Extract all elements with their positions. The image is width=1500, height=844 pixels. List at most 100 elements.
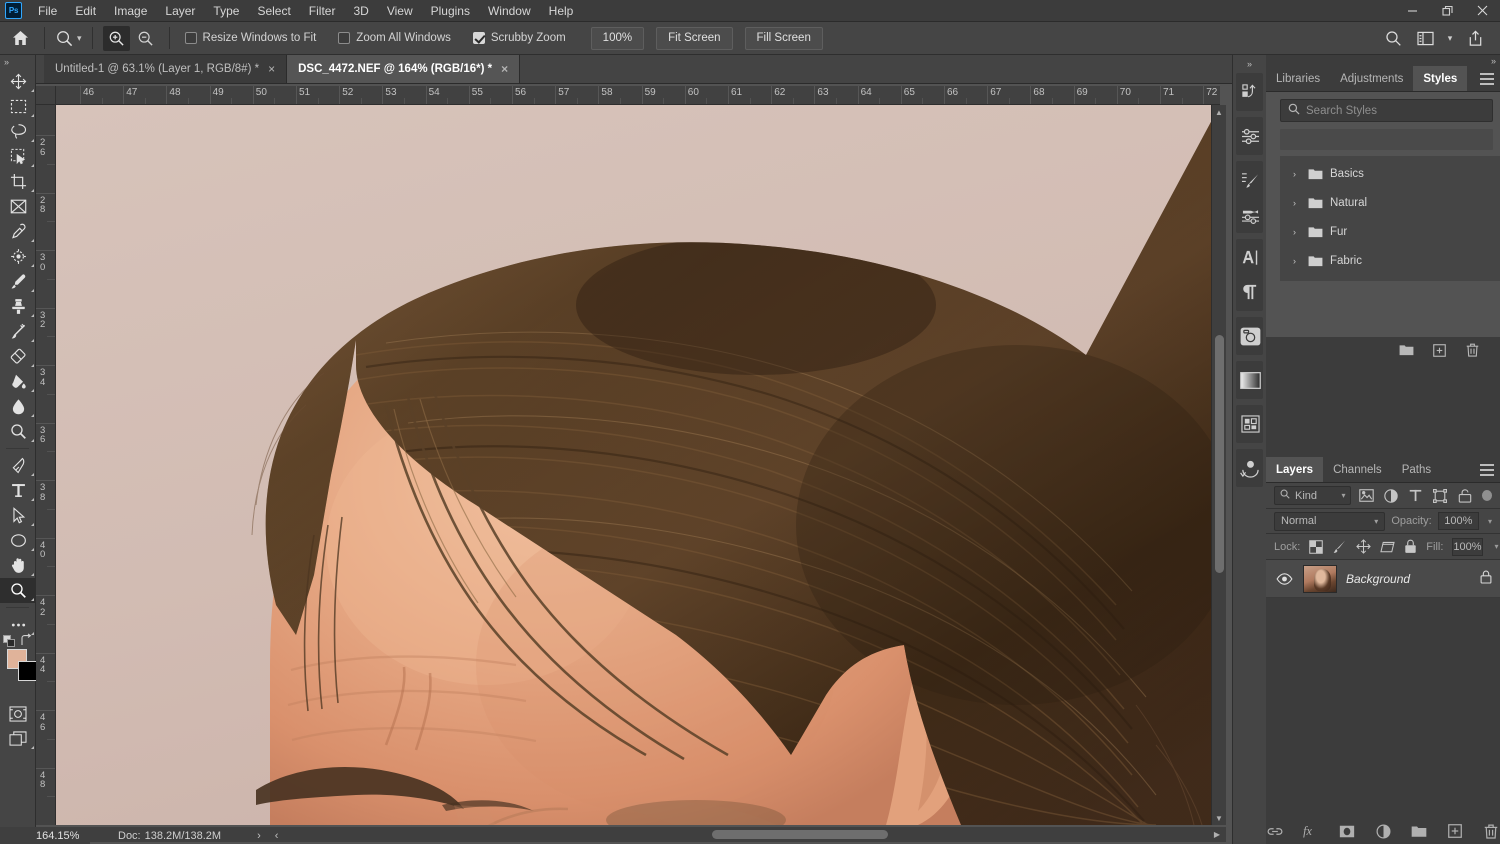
panel-collapse-icon[interactable]: » [1491, 56, 1496, 66]
fit-screen-button[interactable]: Fit Screen [656, 26, 733, 50]
toolbar-expand-icon[interactable]: » [0, 55, 35, 69]
resize-windows-to-fit-checkbox[interactable] [184, 32, 197, 44]
delete-icon[interactable] [1465, 343, 1480, 358]
layer-style-icon[interactable]: fx [1303, 823, 1320, 840]
scroll-right-icon[interactable]: ▶ [1210, 827, 1224, 842]
close-icon[interactable]: × [501, 63, 508, 75]
lock-icon[interactable] [1480, 570, 1492, 587]
screen-mode-icon[interactable] [0, 726, 36, 751]
lock-artboard-icon[interactable] [1380, 539, 1395, 554]
link-layers-icon[interactable] [1267, 823, 1284, 840]
eyedropper-tool[interactable] [0, 219, 36, 244]
move-tool[interactable] [0, 69, 36, 94]
scrubby-zoom-checkbox-row[interactable]: Scrubby Zoom [462, 32, 577, 44]
fill-screen-button[interactable]: Fill Screen [744, 26, 823, 50]
gradient-tool[interactable] [0, 369, 36, 394]
resize-windows-to-fit-checkbox-row[interactable]: Resize Windows to Fit [174, 32, 328, 44]
workspace-icon[interactable] [1410, 24, 1440, 52]
restore-icon[interactable] [1430, 0, 1465, 22]
new-group-icon[interactable] [1411, 823, 1428, 840]
vertical-scroll-thumb[interactable] [1215, 335, 1224, 573]
quick-mask-icon[interactable] [0, 701, 36, 726]
search-input[interactable] [1306, 104, 1485, 117]
object-selection-tool[interactable] [0, 144, 36, 169]
tab-paths[interactable]: Paths [1392, 457, 1441, 482]
zoom-in-icon[interactable] [102, 25, 130, 51]
layer-name[interactable]: Background [1346, 572, 1471, 586]
tab-styles[interactable]: Styles [1413, 66, 1468, 91]
brush-settings-icon[interactable] [1236, 163, 1264, 197]
lock-position-icon[interactable] [1356, 539, 1372, 554]
layer-thumbnail[interactable] [1303, 564, 1337, 593]
background-color-swatch[interactable] [18, 661, 38, 681]
menu-help[interactable]: Help [540, 1, 583, 21]
blend-mode-select[interactable]: Normal ▾ [1274, 511, 1386, 531]
scrubby-zoom-checkbox[interactable] [472, 32, 485, 44]
styles-search-row[interactable] [1280, 99, 1493, 122]
vertical-ruler[interactable]: 2628303234363840424446485052 [36, 105, 56, 825]
history-brush-tool[interactable] [0, 319, 36, 344]
shape-filter-icon[interactable] [1430, 486, 1450, 505]
canvas-vertical-scrollbar[interactable]: ▲ ▼ [1211, 105, 1226, 825]
filter-toggle-icon[interactable] [1481, 490, 1492, 501]
menu-image[interactable]: Image [105, 1, 156, 21]
new-style-icon[interactable] [1432, 343, 1447, 358]
brushes-icon[interactable] [1236, 197, 1264, 231]
close-icon[interactable]: × [268, 63, 275, 75]
minimize-icon[interactable] [1395, 0, 1430, 22]
gradients-icon[interactable] [1236, 363, 1264, 397]
crop-tool[interactable] [0, 169, 36, 194]
scroll-down-icon[interactable]: ▼ [1212, 811, 1226, 825]
chevron-down-icon[interactable]: ▾ [1442, 24, 1458, 52]
image-canvas[interactable] [56, 105, 1220, 825]
style-group-natural[interactable]: › Natural [1280, 188, 1500, 217]
double-chevron-icon[interactable]: » [1233, 55, 1266, 73]
menu-file[interactable]: File [29, 1, 66, 21]
new-layer-icon[interactable] [1447, 823, 1464, 840]
opacity-stepper-icon[interactable]: ▾ [1485, 517, 1492, 526]
chevron-right-icon[interactable]: › [1293, 256, 1301, 266]
adjustments-icon[interactable] [1236, 119, 1264, 153]
horizontal-scroll-thumb[interactable] [712, 830, 888, 839]
pen-tool[interactable] [0, 453, 36, 478]
chevron-down-icon[interactable]: ▾ [1341, 491, 1345, 500]
rectangular-marquee-tool[interactable] [0, 94, 36, 119]
actions-icon[interactable] [1236, 451, 1264, 485]
canvas-horizontal-scrollbar[interactable]: ▶ [36, 827, 1226, 842]
panel-menu-icon[interactable] [1480, 464, 1494, 476]
fill-stepper-icon[interactable]: ▾ [1492, 542, 1499, 551]
zoom-all-windows-checkbox-row[interactable]: Zoom All Windows [327, 32, 462, 44]
horizontal-ruler[interactable]: 46 47 48 49 50 51 52 53 54 55 56 57 58 59 60 61 62 63 64 65… [56, 86, 1220, 105]
path-selection-tool[interactable] [0, 503, 36, 528]
new-group-icon[interactable] [1399, 343, 1414, 358]
lock-image-pixels-icon[interactable] [1332, 539, 1347, 554]
search-icon[interactable] [1378, 24, 1408, 52]
chevron-down-icon[interactable]: ▾ [77, 33, 82, 44]
document-tab-dsc-4472[interactable]: DSC_4472.NEF @ 164% (RGB/16*) * × [287, 55, 521, 83]
zoom-100-button[interactable]: 100% [590, 26, 645, 50]
menu-type[interactable]: Type [204, 1, 248, 21]
layer-filter-kind-select[interactable]: Kind ▾ [1274, 486, 1352, 505]
type-filter-icon[interactable] [1406, 486, 1426, 505]
tab-adjustments[interactable]: Adjustments [1330, 66, 1413, 91]
tab-channels[interactable]: Channels [1323, 457, 1392, 482]
spot-healing-brush-tool[interactable] [0, 244, 36, 269]
dodge-tool[interactable] [0, 419, 36, 444]
menu-plugins[interactable]: Plugins [422, 1, 479, 21]
adjustment-layer-icon[interactable] [1375, 823, 1392, 840]
tab-libraries[interactable]: Libraries [1266, 66, 1330, 91]
menu-3d[interactable]: 3D [344, 1, 377, 21]
brush-tool[interactable] [0, 269, 36, 294]
camera-raw-icon[interactable] [1236, 319, 1264, 353]
chevron-right-icon[interactable]: › [1293, 169, 1301, 179]
lasso-tool[interactable] [0, 119, 36, 144]
style-group-basics[interactable]: › Basics [1280, 159, 1500, 188]
zoom-out-icon[interactable] [132, 26, 159, 51]
blur-tool[interactable] [0, 394, 36, 419]
swap-colors-icon[interactable] [20, 633, 33, 650]
layer-mask-icon[interactable] [1339, 823, 1356, 840]
zoom-all-windows-checkbox[interactable] [338, 32, 351, 44]
chevron-right-icon[interactable]: › [1293, 227, 1301, 237]
menu-select[interactable]: Select [248, 1, 299, 21]
ellipse-tool[interactable] [0, 528, 36, 553]
